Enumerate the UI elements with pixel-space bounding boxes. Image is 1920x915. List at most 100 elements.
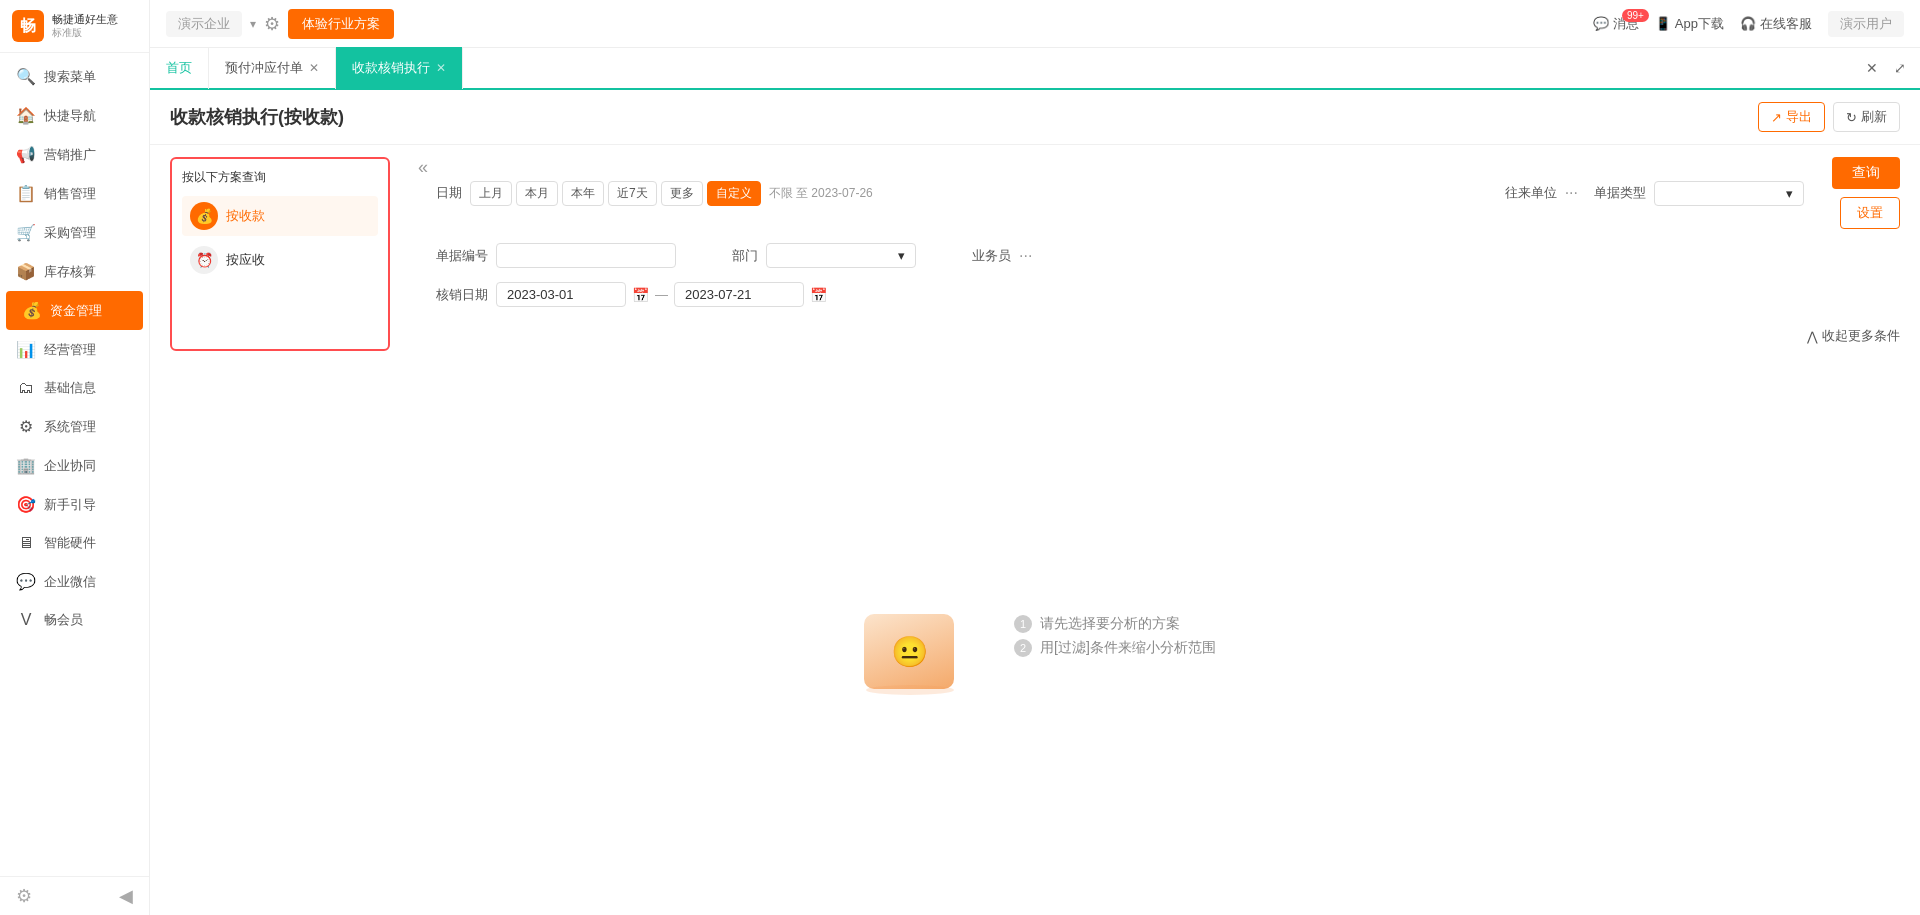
refresh-button[interactable]: ↻ 刷新 xyxy=(1833,102,1900,132)
verify-date-to[interactable] xyxy=(674,282,804,307)
setting-button[interactable]: 设置 xyxy=(1840,197,1900,229)
sidebar-item-system[interactable]: ⚙系统管理 xyxy=(0,407,149,446)
sidebar-label-search: 搜索菜单 xyxy=(44,68,96,86)
scheme-title: 按以下方案查询 xyxy=(182,169,378,186)
close-prepay-tab[interactable]: ✕ xyxy=(309,61,319,75)
solution-button[interactable]: 体验行业方案 xyxy=(288,9,394,39)
finance-icon: 💰 xyxy=(22,301,42,320)
this-month-btn[interactable]: 本月 xyxy=(516,181,558,206)
topbar-right: 💬 消息 99+ 📱 App下载 🎧 在线客服 演示用户 xyxy=(1593,11,1904,37)
date-label: 日期 xyxy=(436,184,462,202)
tab-home[interactable]: 首页 xyxy=(150,47,209,89)
filter-by-receivable[interactable]: ⏰ 按应收 xyxy=(182,240,378,280)
topbar-gear-icon[interactable]: ⚙ xyxy=(264,13,280,35)
sidebar-item-sales[interactable]: 📋销售管理 xyxy=(0,174,149,213)
docno-label: 单据编号 xyxy=(436,247,488,265)
docno-field: 单据编号 xyxy=(436,243,676,268)
sidebar-item-guide[interactable]: 🎯 新手引导 xyxy=(0,485,149,524)
company-selector[interactable]: 演示企业 xyxy=(166,11,242,37)
collapse-more-button[interactable]: ⋀ 收起更多条件 xyxy=(436,321,1900,351)
query-button[interactable]: 查询 xyxy=(1832,157,1900,189)
sidebar-bottom: ⚙ ◀ xyxy=(0,876,149,915)
counterpart-input[interactable]: ··· xyxy=(1565,184,1578,202)
more-btn[interactable]: 更多 xyxy=(661,181,703,206)
sidebar-item-inventory[interactable]: 📦 库存核算 xyxy=(0,252,149,291)
sidebar-menu: 🔍搜索菜单🏠快捷导航📢营销推广📋销售管理 🛒 采购管理 📦 库存核算 💰 资金管理 📊 经营管理… xyxy=(0,53,149,876)
empty-hint-1: 1 请先选择要分析的方案 xyxy=(1014,615,1216,633)
filter-row-1: 日期 上月 本月 本年 近7天 更多 自定义 不限 至 2023-07-26 往… xyxy=(436,157,1900,229)
this-year-btn[interactable]: 本年 xyxy=(562,181,604,206)
prev-month-btn[interactable]: 上月 xyxy=(470,181,512,206)
empty-state: 😐 1 请先选择要分析的方案 2 用[过滤]条件来缩小分析范围 xyxy=(150,363,1920,915)
sidebar-item-hardware[interactable]: 🖥智能硬件 xyxy=(0,524,149,562)
sidebar-item-shortcut[interactable]: 🏠快捷导航 xyxy=(0,96,149,135)
filter-row-2: 单据编号 部门 ▾ 业务员 ··· xyxy=(436,243,1900,268)
sidebar-item-enterprise[interactable]: 🏢企业协同 xyxy=(0,446,149,485)
dept-label: 部门 xyxy=(732,247,758,265)
content-area: 收款核销执行(按收款) ↗ 导出 ↻ 刷新 按以下方案查询 💰 按收款 xyxy=(150,90,1920,915)
box-face-icon: 😐 xyxy=(891,634,928,669)
last-7days-btn[interactable]: 近7天 xyxy=(608,181,657,206)
staff-field: 业务员 ··· xyxy=(972,247,1032,265)
calendar-from-icon[interactable]: 📅 xyxy=(632,287,649,303)
calendar-to-icon[interactable]: 📅 xyxy=(810,287,827,303)
sidebar-logo: 畅 畅捷通好生意 标准版 xyxy=(0,0,149,53)
operation-icon: 📊 xyxy=(16,340,36,359)
tab-prepay[interactable]: 预付冲应付单 ✕ xyxy=(209,47,336,89)
purchase-icon: 🛒 xyxy=(16,223,36,242)
filter-by-receipt[interactable]: 💰 按收款 xyxy=(182,196,378,236)
online-service-button[interactable]: 🎧 在线客服 xyxy=(1740,15,1812,33)
collapse-panel-button[interactable]: « xyxy=(410,157,436,351)
close-tab-button[interactable]: ✕ xyxy=(1860,56,1884,80)
filter-fields: 日期 上月 本月 本年 近7天 更多 自定义 不限 至 2023-07-26 往… xyxy=(436,157,1900,351)
close-collect-tab[interactable]: ✕ xyxy=(436,61,446,75)
expand-tab-button[interactable]: ⤢ xyxy=(1888,56,1912,80)
verify-date-from[interactable] xyxy=(496,282,626,307)
sidebar-label-purchase: 采购管理 xyxy=(44,224,96,242)
app-download-button[interactable]: 📱 App下载 xyxy=(1655,15,1724,33)
sidebar-item-purchase[interactable]: 🛒 采购管理 xyxy=(0,213,149,252)
shortcut-icon: 🏠 xyxy=(16,106,36,125)
messages-button[interactable]: 💬 消息 99+ xyxy=(1593,15,1639,33)
empty-illustration: 😐 xyxy=(854,589,974,689)
settings-icon[interactable]: ⚙ xyxy=(16,885,32,907)
sidebar-label-sales: 销售管理 xyxy=(44,185,96,203)
marketing-icon: 📢 xyxy=(16,145,36,164)
dept-select[interactable]: ▾ xyxy=(766,243,916,268)
basic-icon: 🗂 xyxy=(16,379,36,397)
guide-icon: 🎯 xyxy=(16,495,36,514)
tab-collect[interactable]: 收款核销执行 ✕ xyxy=(336,47,463,89)
user-menu[interactable]: 演示用户 xyxy=(1828,11,1904,37)
sidebar-label-finance: 资金管理 xyxy=(50,302,102,320)
dept-field: 部门 ▾ xyxy=(732,243,916,268)
staff-input[interactable]: ··· xyxy=(1019,247,1032,265)
sidebar-item-marketing[interactable]: 📢营销推广 xyxy=(0,135,149,174)
filter-row-3: 核销日期 📅 — 📅 xyxy=(436,282,1900,307)
hardware-icon: 🖥 xyxy=(16,534,36,552)
receipt-label: 按收款 xyxy=(226,207,265,225)
query-actions: 查询 设置 xyxy=(1820,157,1900,229)
tab-controls: ✕ ⤢ xyxy=(1852,56,1920,80)
export-button[interactable]: ↗ 导出 xyxy=(1758,102,1825,132)
tab-bar: 首页 预付冲应付单 ✕ 收款核销执行 ✕ ✕ ⤢ xyxy=(150,48,1920,90)
sidebar-item-basic[interactable]: 🗂基础信息 xyxy=(0,369,149,407)
date-buttons: 上月 本月 本年 近7天 更多 自定义 xyxy=(470,181,761,206)
doctype-select[interactable]: ▾ xyxy=(1654,181,1804,206)
inventory-icon: 📦 xyxy=(16,262,36,281)
collapse-sidebar-icon[interactable]: ◀ xyxy=(119,885,133,907)
custom-btn[interactable]: 自定义 xyxy=(707,181,761,206)
sidebar-label-operation: 经营管理 xyxy=(44,341,96,359)
topbar: 演示企业 ▾ ⚙ 体验行业方案 💬 消息 99+ 📱 App下载 🎧 在线客服 … xyxy=(150,0,1920,48)
receipt-icon: 💰 xyxy=(190,202,218,230)
sidebar-item-wechat[interactable]: 💬企业微信 xyxy=(0,562,149,601)
sidebar-item-finance[interactable]: 💰 资金管理 xyxy=(6,291,143,330)
refresh-icon: ↻ xyxy=(1846,110,1857,125)
sidebar-item-member[interactable]: V畅会员 xyxy=(0,601,149,639)
company-dropdown-icon[interactable]: ▾ xyxy=(250,17,256,31)
sidebar-item-search[interactable]: 🔍搜索菜单 xyxy=(0,57,149,96)
docno-input[interactable] xyxy=(496,243,676,268)
sidebar-label-guide: 新手引导 xyxy=(44,496,96,514)
empty-content: 😐 1 请先选择要分析的方案 2 用[过滤]条件来缩小分析范围 xyxy=(854,589,1216,689)
sidebar-label-inventory: 库存核算 xyxy=(44,263,96,281)
sidebar-item-operation[interactable]: 📊 经营管理 xyxy=(0,330,149,369)
